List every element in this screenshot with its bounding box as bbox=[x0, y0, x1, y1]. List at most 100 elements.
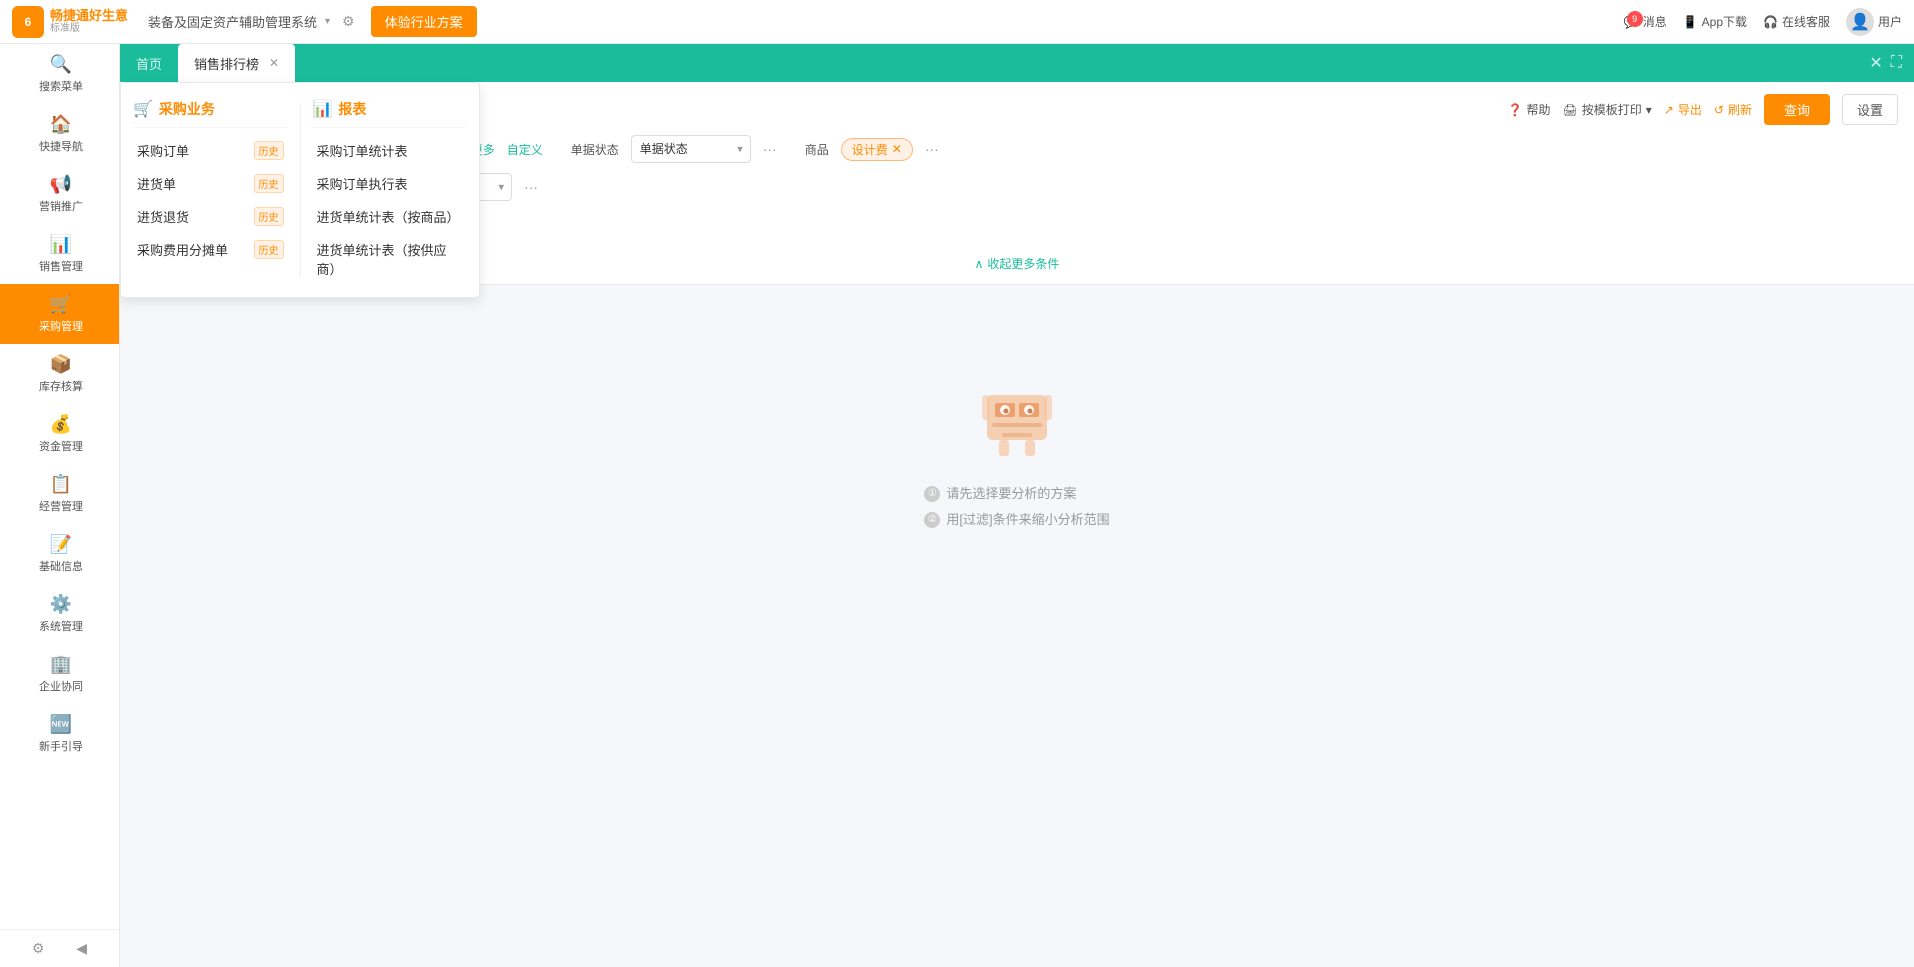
history-badge-2: 历史 bbox=[254, 207, 284, 226]
sidebar-item-sales[interactable]: 📊 销售管理 bbox=[0, 224, 119, 284]
headset-icon: 🎧 bbox=[1763, 15, 1778, 29]
sidebar-settings-btn[interactable]: ⚙ bbox=[32, 940, 45, 957]
dropdown-inbound-summary-product-label: 进货单统计表（按商品） bbox=[317, 207, 460, 226]
dropdown-item-inbound-summary-supplier[interactable]: 进货单统计表（按供应商） bbox=[313, 233, 468, 285]
step-1-num: ① bbox=[924, 486, 940, 502]
step-2-num: ② bbox=[924, 512, 940, 528]
chart-icon: 📊 bbox=[50, 234, 72, 255]
tab-home-label: 首页 bbox=[136, 54, 162, 73]
help-label: 帮助 bbox=[1527, 101, 1551, 118]
dropdown-item-inbound[interactable]: 进货单 历史 bbox=[133, 167, 288, 200]
sidebar-item-finance[interactable]: 💰 资金管理 bbox=[0, 404, 119, 464]
help-btn[interactable]: ❓ 帮助 bbox=[1508, 101, 1551, 118]
notification-badge: 💬 9 bbox=[1624, 15, 1639, 29]
logo-text: 畅捷通好生意 标准版 bbox=[50, 8, 128, 36]
window-close-btn[interactable]: ✕ bbox=[1869, 53, 1882, 73]
sidebar-item-guide[interactable]: 🆕 新手引导 bbox=[0, 704, 119, 764]
settings-btn[interactable]: 设置 bbox=[1842, 94, 1898, 125]
date-custom-link[interactable]: 自定义 bbox=[507, 141, 543, 158]
sidebar-label-marketing: 营销推广 bbox=[39, 198, 83, 214]
building-icon: 🏢 bbox=[50, 654, 72, 675]
dropdown-purchase-label: 采购业务 bbox=[159, 99, 215, 119]
tab-sales-rank[interactable]: 销售排行榜 ✕ bbox=[178, 44, 295, 82]
product-label: 商品 bbox=[805, 141, 829, 158]
dropdown-item-po-summary[interactable]: 采购订单统计表 bbox=[313, 134, 468, 167]
doc-status-label: 单据状态 bbox=[571, 141, 619, 158]
sidebar-label-enterprise: 企业协同 bbox=[39, 678, 83, 694]
notification-item[interactable]: 💬 9 消息 bbox=[1624, 13, 1667, 30]
query-btn[interactable]: 查询 bbox=[1764, 94, 1830, 125]
exp-btn[interactable]: 体验行业方案 bbox=[371, 6, 477, 37]
dropdown-purchase-title: 🛒 采购业务 bbox=[133, 95, 288, 128]
logo-area: 6 畅捷通好生意 标准版 bbox=[12, 6, 132, 38]
sidebar-item-system[interactable]: ⚙️ 系统管理 bbox=[0, 584, 119, 644]
home-icon: 🏠 bbox=[50, 114, 72, 135]
money-icon: 💰 bbox=[50, 414, 72, 435]
tab-home[interactable]: 首页 bbox=[120, 44, 178, 82]
print-btn[interactable]: 🖨 按模板打印 ▾ bbox=[1563, 101, 1652, 118]
dropdown-item-inbound-return[interactable]: 进货退货 历史 bbox=[133, 200, 288, 233]
dropdown-purchase-icon: 🛒 bbox=[133, 99, 153, 119]
sys-title-dropdown-icon[interactable]: ▾ bbox=[325, 16, 330, 27]
logo-sub-text: 标准版 bbox=[50, 23, 128, 35]
logo-main-text: 畅捷通好生意 bbox=[50, 8, 128, 24]
doc-status-select[interactable]: 单据状态 bbox=[631, 135, 751, 163]
content-area: 首页 销售排行榜 ✕ ✕ ⛶ 🛒 采购业务 采购订单 bbox=[120, 44, 1914, 967]
tabs-bar: 首页 销售排行榜 ✕ ✕ ⛶ 🛒 采购业务 采购订单 bbox=[120, 44, 1914, 82]
print-dropdown-icon: ▾ bbox=[1646, 103, 1652, 117]
export-btn[interactable]: ↗ 导出 bbox=[1664, 101, 1702, 118]
sidebar-label-search: 搜索菜单 bbox=[39, 78, 83, 94]
tab-sales-rank-close[interactable]: ✕ bbox=[269, 56, 279, 70]
sidebar-item-inventory[interactable]: 📦 库存核算 bbox=[0, 344, 119, 404]
sys-title-area: 装备及固定资产辅助管理系统 ▾ ⚙ 体验行业方案 bbox=[132, 6, 1624, 37]
sidebar-item-marketing[interactable]: 📢 营销推广 bbox=[0, 164, 119, 224]
product-ellipsis[interactable]: ··· bbox=[925, 141, 939, 157]
salesperson-ellipsis[interactable]: ··· bbox=[524, 179, 538, 195]
phone-icon: 📱 bbox=[1683, 15, 1698, 29]
product-tag[interactable]: 设计费 ✕ bbox=[841, 138, 913, 161]
purchase-dropdown-menu: 🛒 采购业务 采购订单 历史 进货单 历史 进货退货 历史 bbox=[120, 82, 480, 298]
window-expand-btn[interactable]: ⛶ bbox=[1891, 54, 1902, 72]
sidebar-item-operations[interactable]: 📋 经营管理 bbox=[0, 464, 119, 524]
sidebar-item-quick-nav[interactable]: 🏠 快捷导航 bbox=[0, 104, 119, 164]
dropdown-item-inbound-summary-product[interactable]: 进货单统计表（按商品） bbox=[313, 200, 468, 233]
settings-icon[interactable]: ⚙ bbox=[342, 13, 355, 30]
empty-tip-2: ② 用[过滤]条件来缩小分析范围 bbox=[924, 507, 1109, 533]
sidebar-label-basic-info: 基础信息 bbox=[39, 558, 83, 574]
product-tag-close[interactable]: ✕ bbox=[892, 142, 902, 156]
empty-illustration bbox=[957, 365, 1077, 465]
dropdown-item-po-exec[interactable]: 采购订单执行表 bbox=[313, 167, 468, 200]
history-badge-0: 历史 bbox=[254, 141, 284, 160]
sidebar-item-enterprise[interactable]: 🏢 企业协同 bbox=[0, 644, 119, 704]
sidebar-label-inventory: 库存核算 bbox=[39, 378, 83, 394]
sidebar-label-system: 系统管理 bbox=[39, 618, 83, 634]
empty-state: ① 请先选择要分析的方案 ② 用[过滤]条件来缩小分析范围 bbox=[120, 285, 1914, 613]
app-download-item[interactable]: 📱 App下载 bbox=[1683, 13, 1747, 30]
refresh-icon: ↺ bbox=[1714, 103, 1724, 117]
doc-status-ellipsis[interactable]: ··· bbox=[763, 141, 777, 157]
dropdown-report-icon: 📊 bbox=[313, 99, 333, 119]
dropdown-report-title: 📊 报表 bbox=[313, 95, 468, 128]
sidebar-item-purchase[interactable]: 🛒 采购管理 bbox=[0, 284, 119, 344]
empty-text: ① 请先选择要分析的方案 ② 用[过滤]条件来缩小分析范围 bbox=[924, 481, 1109, 533]
sidebar-label-finance: 资金管理 bbox=[39, 438, 83, 454]
sidebar-item-basic-info[interactable]: 📝 基础信息 bbox=[0, 524, 119, 584]
empty-tip-2-text: 用[过滤]条件来缩小分析范围 bbox=[946, 507, 1109, 533]
new-icon: 🆕 bbox=[50, 714, 72, 735]
user-item[interactable]: 👤 用户 bbox=[1846, 8, 1902, 36]
online-service-item[interactable]: 🎧 在线客服 bbox=[1763, 13, 1830, 30]
sidebar-collapse-btn[interactable]: ◀ bbox=[76, 940, 87, 957]
sidebar-label-purchase: 采购管理 bbox=[39, 318, 83, 334]
sidebar-item-search[interactable]: 🔍 搜索菜单 bbox=[0, 44, 119, 104]
refresh-btn[interactable]: ↺ 刷新 bbox=[1714, 101, 1752, 118]
export-label: 导出 bbox=[1678, 101, 1702, 118]
product-tag-label: 设计费 bbox=[852, 141, 888, 158]
help-icon: ❓ bbox=[1508, 103, 1523, 117]
doc-status-select-wrap: 单据状态 bbox=[631, 135, 751, 163]
dropdown-item-purchase-order[interactable]: 采购订单 历史 bbox=[133, 134, 288, 167]
svg-text:6: 6 bbox=[25, 15, 32, 29]
empty-tip-1: ① 请先选择要分析的方案 bbox=[924, 481, 1109, 507]
dropdown-item-purchase-cost[interactable]: 采购费用分摊单 历史 bbox=[133, 233, 288, 266]
history-badge-3: 历史 bbox=[254, 240, 284, 259]
cart-icon: 🛒 bbox=[50, 294, 72, 315]
